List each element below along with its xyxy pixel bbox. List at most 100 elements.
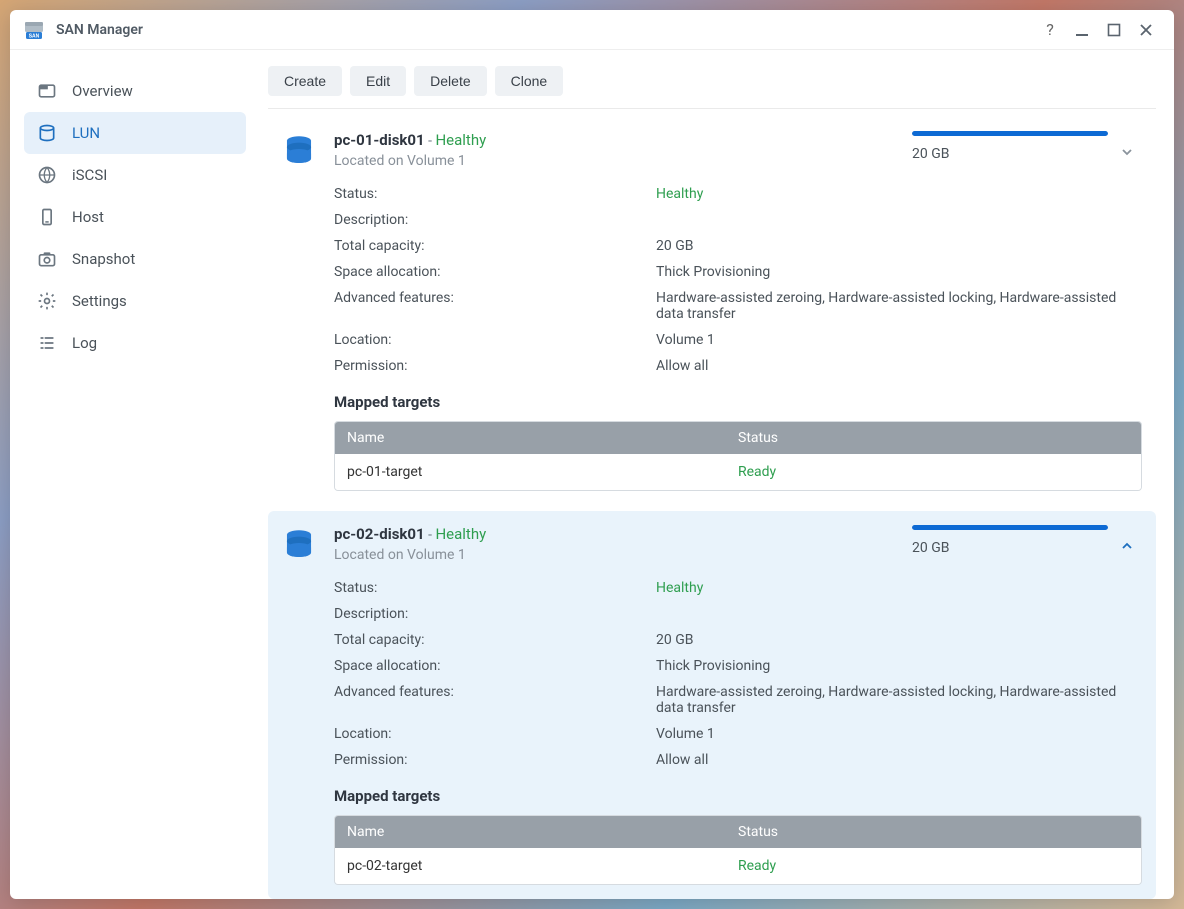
description-value	[656, 606, 1142, 622]
lun-details: Status:Healthy Description: Total capaci…	[334, 575, 1142, 885]
location-value: Volume 1	[656, 726, 1142, 742]
camera-icon	[36, 248, 58, 270]
sidebar-item-label: Log	[72, 334, 97, 352]
sidebar-item-label: Snapshot	[72, 250, 135, 268]
san-manager-window: SAN SAN Manager ? Overview	[10, 10, 1174, 899]
sidebar-item-label: Overview	[72, 82, 133, 100]
location-label: Location:	[334, 726, 656, 742]
lun-subtitle: Located on Volume 1	[334, 153, 486, 169]
sidebar-item-iscsi[interactable]: iSCSI	[24, 154, 246, 196]
permission-label: Permission:	[334, 752, 656, 768]
sidebar-item-log[interactable]: Log	[24, 322, 246, 364]
total-capacity-label: Total capacity:	[334, 632, 656, 648]
target-name: pc-02-target	[347, 858, 738, 874]
targets-table: Name Status pc-01-target Ready	[334, 421, 1142, 491]
advanced-features-label: Advanced features:	[334, 684, 656, 716]
globe-icon	[36, 164, 58, 186]
svg-text:SAN: SAN	[29, 33, 40, 39]
toolbar: Create Edit Delete Clone	[268, 66, 1156, 109]
log-icon	[36, 332, 58, 354]
lun-header: pc-01-disk01 - Healthy Located on Volume…	[282, 131, 1142, 169]
window-title: SAN Manager	[56, 22, 143, 38]
sidebar-item-snapshot[interactable]: Snapshot	[24, 238, 246, 280]
lun-card[interactable]: pc-01-disk01 - Healthy Located on Volume…	[268, 117, 1156, 505]
status-label: Status:	[334, 186, 656, 202]
advanced-features-value: Hardware-assisted zeroing, Hardware-assi…	[656, 290, 1142, 322]
col-status-header: Status	[738, 824, 1129, 840]
create-button[interactable]: Create	[268, 66, 342, 96]
chevron-up-icon[interactable]	[1118, 537, 1136, 555]
targets-table: Name Status pc-02-target Ready	[334, 815, 1142, 885]
target-status: Ready	[738, 858, 1129, 874]
lun-subtitle: Located on Volume 1	[334, 547, 486, 563]
permission-label: Permission:	[334, 358, 656, 374]
maximize-button[interactable]	[1098, 14, 1130, 46]
sidebar-item-settings[interactable]: Settings	[24, 280, 246, 322]
usage-bar	[912, 131, 1108, 136]
help-button[interactable]: ?	[1034, 14, 1066, 46]
space-allocation-value: Thick Provisioning	[656, 658, 1142, 674]
total-capacity-value: 20 GB	[656, 632, 1142, 648]
sidebar-item-label: LUN	[72, 124, 100, 142]
lun-icon	[36, 122, 58, 144]
status-value: Healthy	[656, 580, 1142, 596]
delete-button[interactable]: Delete	[414, 66, 486, 96]
minimize-button[interactable]	[1066, 14, 1098, 46]
lun-size: 20 GB	[912, 540, 1132, 556]
lun-health: Healthy	[435, 525, 486, 543]
target-name: pc-01-target	[347, 464, 738, 480]
close-button[interactable]	[1130, 14, 1162, 46]
usage-bar	[912, 525, 1108, 530]
space-allocation-label: Space allocation:	[334, 264, 656, 280]
lun-size: 20 GB	[912, 146, 1132, 162]
description-label: Description:	[334, 606, 656, 622]
table-row[interactable]: pc-01-target Ready	[335, 454, 1141, 490]
edit-button[interactable]: Edit	[350, 66, 406, 96]
col-status-header: Status	[738, 430, 1129, 446]
col-name-header: Name	[347, 430, 738, 446]
sidebar-item-host[interactable]: Host	[24, 196, 246, 238]
col-name-header: Name	[347, 824, 738, 840]
sidebar-item-label: Settings	[72, 292, 127, 310]
app-icon: SAN	[22, 18, 46, 42]
description-label: Description:	[334, 212, 656, 228]
clone-button[interactable]: Clone	[495, 66, 564, 96]
chevron-down-icon[interactable]	[1118, 143, 1136, 161]
gear-icon	[36, 290, 58, 312]
lun-card[interactable]: pc-02-disk01 - Healthy Located on Volume…	[268, 511, 1156, 899]
sidebar-item-label: iSCSI	[72, 166, 107, 184]
table-row[interactable]: pc-02-target Ready	[335, 848, 1141, 884]
lun-health: Healthy	[435, 131, 486, 149]
status-label: Status:	[334, 580, 656, 596]
lun-details: Status:Healthy Description: Total capaci…	[334, 181, 1142, 491]
lun-name: pc-02-disk01	[334, 525, 425, 543]
lun-name: pc-01-disk01	[334, 131, 425, 149]
advanced-features-label: Advanced features:	[334, 290, 656, 322]
titlebar: SAN SAN Manager ?	[10, 10, 1174, 50]
location-value: Volume 1	[656, 332, 1142, 348]
space-allocation-label: Space allocation:	[334, 658, 656, 674]
sidebar: Overview LUN iSCSI Host	[10, 50, 260, 899]
advanced-features-value: Hardware-assisted zeroing, Hardware-assi…	[656, 684, 1142, 716]
table-header: Name Status	[335, 816, 1141, 848]
lun-header: pc-02-disk01 - Healthy Located on Volume…	[282, 525, 1142, 563]
permission-value: Allow all	[656, 358, 1142, 374]
location-label: Location:	[334, 332, 656, 348]
description-value	[656, 212, 1142, 228]
sidebar-item-lun[interactable]: LUN	[24, 112, 246, 154]
main-content: Create Edit Delete Clone pc-01-disk01 - …	[260, 50, 1174, 899]
database-icon	[282, 133, 318, 169]
mapped-targets-title: Mapped targets	[334, 393, 1142, 411]
space-allocation-value: Thick Provisioning	[656, 264, 1142, 280]
target-status: Ready	[738, 464, 1129, 480]
overview-icon	[36, 80, 58, 102]
table-header: Name Status	[335, 422, 1141, 454]
total-capacity-value: 20 GB	[656, 238, 1142, 254]
status-value: Healthy	[656, 186, 1142, 202]
permission-value: Allow all	[656, 752, 1142, 768]
sidebar-item-label: Host	[72, 208, 104, 226]
total-capacity-label: Total capacity:	[334, 238, 656, 254]
mapped-targets-title: Mapped targets	[334, 787, 1142, 805]
database-icon	[282, 527, 318, 563]
sidebar-item-overview[interactable]: Overview	[24, 70, 246, 112]
